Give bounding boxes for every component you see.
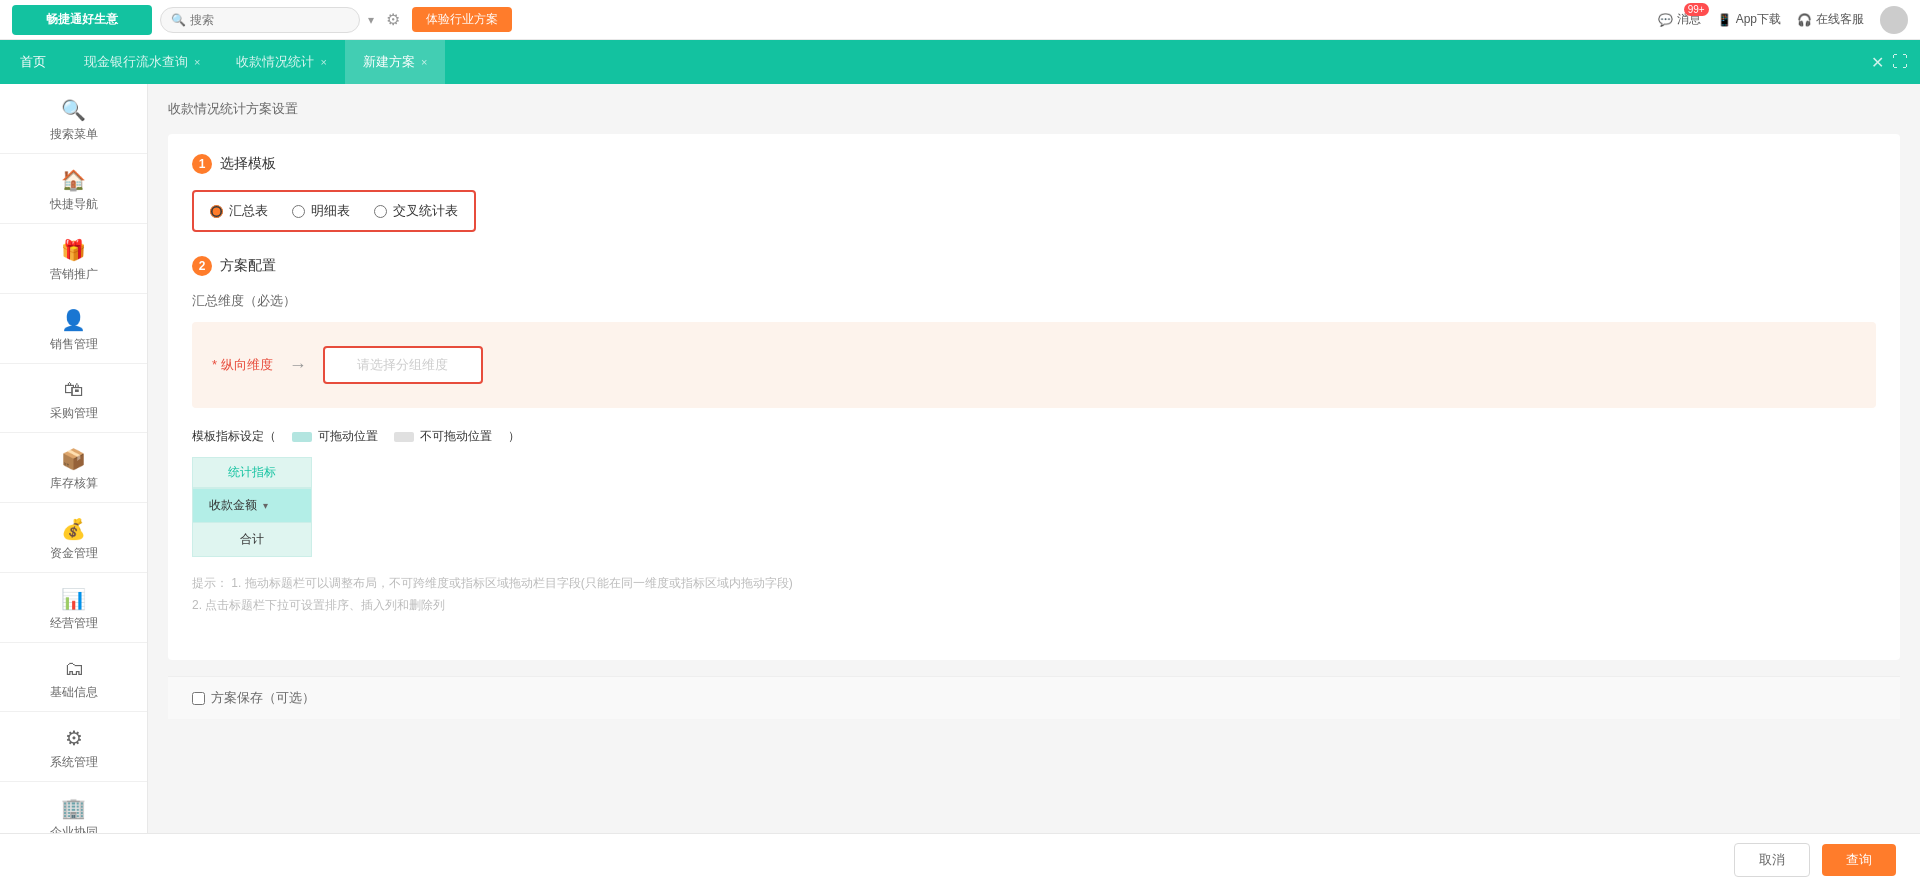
metrics-col-stats: 统计指标 收款金额 ▾ 合计 [192,457,312,557]
maximize-window-icon[interactable]: ⛶ [1892,53,1908,71]
tab-collection-close-icon[interactable]: × [320,56,326,68]
step2-number: 2 [192,256,212,276]
basic-info-icon: 🗂 [64,657,84,680]
template-radio-group: 汇总表 明细表 交叉统计表 [192,190,476,232]
tab-new-plan[interactable]: 新建方案 × [345,40,445,84]
save-checkbox-label[interactable]: 方案保存（可选） [192,689,315,707]
save-section: 方案保存（可选） [168,676,1900,719]
dimension-row-label: * 纵向维度 [212,356,273,374]
search-chevron-icon[interactable]: ▾ [368,13,374,27]
metrics-close-paren: ） [508,428,520,445]
step1-number: 1 [192,154,212,174]
dimension-arrow-icon: → [289,355,307,376]
message-button[interactable]: 💬 消息 99+ [1658,11,1701,28]
finance-icon: 💰 [61,517,86,541]
search-input[interactable] [190,13,330,27]
sidebar-item-finance[interactable]: 💰 资金管理 [0,503,147,573]
col-header-chevron-icon[interactable]: ▾ [263,500,268,511]
dimension-row: * 纵向维度 → 请选择分组维度 [212,346,1856,384]
config-section: 汇总维度（必选） * 纵向维度 → 请选择分组维度 模板指标设定（ [192,292,1876,616]
sidebar-item-inventory[interactable]: 📦 库存核算 [0,433,147,503]
online-service-button[interactable]: 🎧 在线客服 [1797,11,1864,28]
operation-icon: 📊 [61,587,86,611]
step1-header: 1 选择模板 [192,154,1876,174]
tab-bank[interactable]: 现金银行流水查询 × [66,40,218,84]
sidebar: 🔍 搜索菜单 🏠 快捷导航 🎁 营销推广 👤 销售管理 🛍 采购管理 📦 库存核… [0,84,148,833]
app-download-button[interactable]: 📱 App下载 [1717,11,1781,28]
metrics-section: 模板指标设定（ 可拖动位置 不可拖动位置 ） [192,428,1876,557]
message-icon: 💬 [1658,13,1673,27]
radio-detail-input[interactable] [292,205,305,218]
radio-summary[interactable]: 汇总表 [210,202,268,220]
purchase-icon: 🛍 [64,378,84,401]
search-bar[interactable]: 🔍 [160,7,360,33]
sidebar-item-sales[interactable]: 👤 销售管理 [0,294,147,364]
sidebar-item-enterprise[interactable]: 🏢 企业协同 [0,782,147,833]
stats-col-header-label: 统计指标 [192,457,312,488]
legend-fixed: 不可拖动位置 [394,428,492,445]
quick-nav-icon: 🏠 [61,168,86,192]
tab-collection[interactable]: 收款情况统计 × [218,40,344,84]
message-badge: 99+ [1684,3,1709,16]
sidebar-item-marketing[interactable]: 🎁 营销推广 [0,224,147,294]
query-button[interactable]: 查询 [1822,844,1896,876]
dimension-select-dropdown[interactable]: 请选择分组维度 [323,346,483,384]
dimension-title: 汇总维度（必选） [192,292,1876,310]
tab-bank-close-icon[interactable]: × [194,56,200,68]
movable-dot [292,432,312,442]
breadcrumb: 收款情况统计方案设置 [168,100,1900,118]
sidebar-item-purchase[interactable]: 🛍 采购管理 [0,364,147,433]
main-layout: 🔍 搜索菜单 🏠 快捷导航 🎁 营销推广 👤 销售管理 🛍 采购管理 📦 库存核… [0,84,1920,833]
enterprise-icon: 🏢 [61,796,86,820]
metrics-cell-total: 合计 [192,523,312,557]
settings-gear-icon[interactable]: ⚙ [382,6,404,33]
metrics-col-header[interactable]: 收款金额 ▾ [192,488,312,523]
step2-section: 2 方案配置 汇总维度（必选） * 纵向维度 → 请选择分组维度 [192,256,1876,616]
metrics-legend: 模板指标设定（ 可拖动位置 不可拖动位置 ） [192,428,1876,445]
marketing-icon: 🎁 [61,238,86,262]
radio-summary-input[interactable] [210,205,223,218]
download-icon: 📱 [1717,13,1732,27]
top-bar-right: 💬 消息 99+ 📱 App下载 🎧 在线客服 [1658,6,1908,34]
step1-title: 选择模板 [220,155,276,173]
nav-right-controls: ✕ ⛶ [1871,40,1920,84]
sales-icon: 👤 [61,308,86,332]
radio-cross[interactable]: 交叉统计表 [374,202,458,220]
sidebar-item-search-menu[interactable]: 🔍 搜索菜单 [0,84,147,154]
fixed-dot [394,432,414,442]
sidebar-item-quick-nav[interactable]: 🏠 快捷导航 [0,154,147,224]
close-window-icon[interactable]: ✕ [1871,53,1884,72]
top-bar: 畅捷通好生意 🔍 ▾ ⚙ 体验行业方案 💬 消息 99+ 📱 App下载 🎧 在… [0,0,1920,40]
dimension-area: * 纵向维度 → 请选择分组维度 [192,322,1876,408]
radio-detail[interactable]: 明细表 [292,202,350,220]
main-card: 1 选择模板 汇总表 明细表 [168,134,1900,660]
step1-section: 1 选择模板 汇总表 明细表 [192,154,1876,232]
save-checkbox[interactable] [192,692,205,705]
metrics-title: 模板指标设定（ [192,428,276,445]
avatar[interactable] [1880,6,1908,34]
sidebar-item-operation[interactable]: 📊 经营管理 [0,573,147,643]
tab-new-plan-close-icon[interactable]: × [421,56,427,68]
industry-solution-button[interactable]: 体验行业方案 [412,7,512,32]
tips-section: 提示： 1. 拖动标题栏可以调整布局，不可跨维度或指标区域拖动栏目字段(只能在同… [192,573,1876,616]
radio-cross-input[interactable] [374,205,387,218]
inventory-icon: 📦 [61,447,86,471]
sidebar-item-system[interactable]: ⚙ 系统管理 [0,712,147,782]
tab-home[interactable]: 首页 [0,40,66,84]
content-inner: 收款情况统计方案设置 1 选择模板 汇总表 [148,84,1920,799]
logo: 畅捷通好生意 [12,5,152,35]
search-menu-icon: 🔍 [61,98,86,122]
cancel-button[interactable]: 取消 [1734,843,1810,877]
step2-header: 2 方案配置 [192,256,1876,276]
legend-movable: 可拖动位置 [292,428,378,445]
content-area: 收款情况统计方案设置 1 选择模板 汇总表 [148,84,1920,833]
metrics-table: 统计指标 收款金额 ▾ 合计 [192,457,1876,557]
service-icon: 🎧 [1797,13,1812,27]
step2-title: 方案配置 [220,257,276,275]
system-icon: ⚙ [65,726,83,750]
search-icon: 🔍 [171,13,186,27]
footer-bar: 取消 查询 [0,833,1920,885]
nav-tabs: 首页 现金银行流水查询 × 收款情况统计 × 新建方案 × ✕ ⛶ [0,40,1920,84]
sidebar-item-basic-info[interactable]: 🗂 基础信息 [0,643,147,712]
